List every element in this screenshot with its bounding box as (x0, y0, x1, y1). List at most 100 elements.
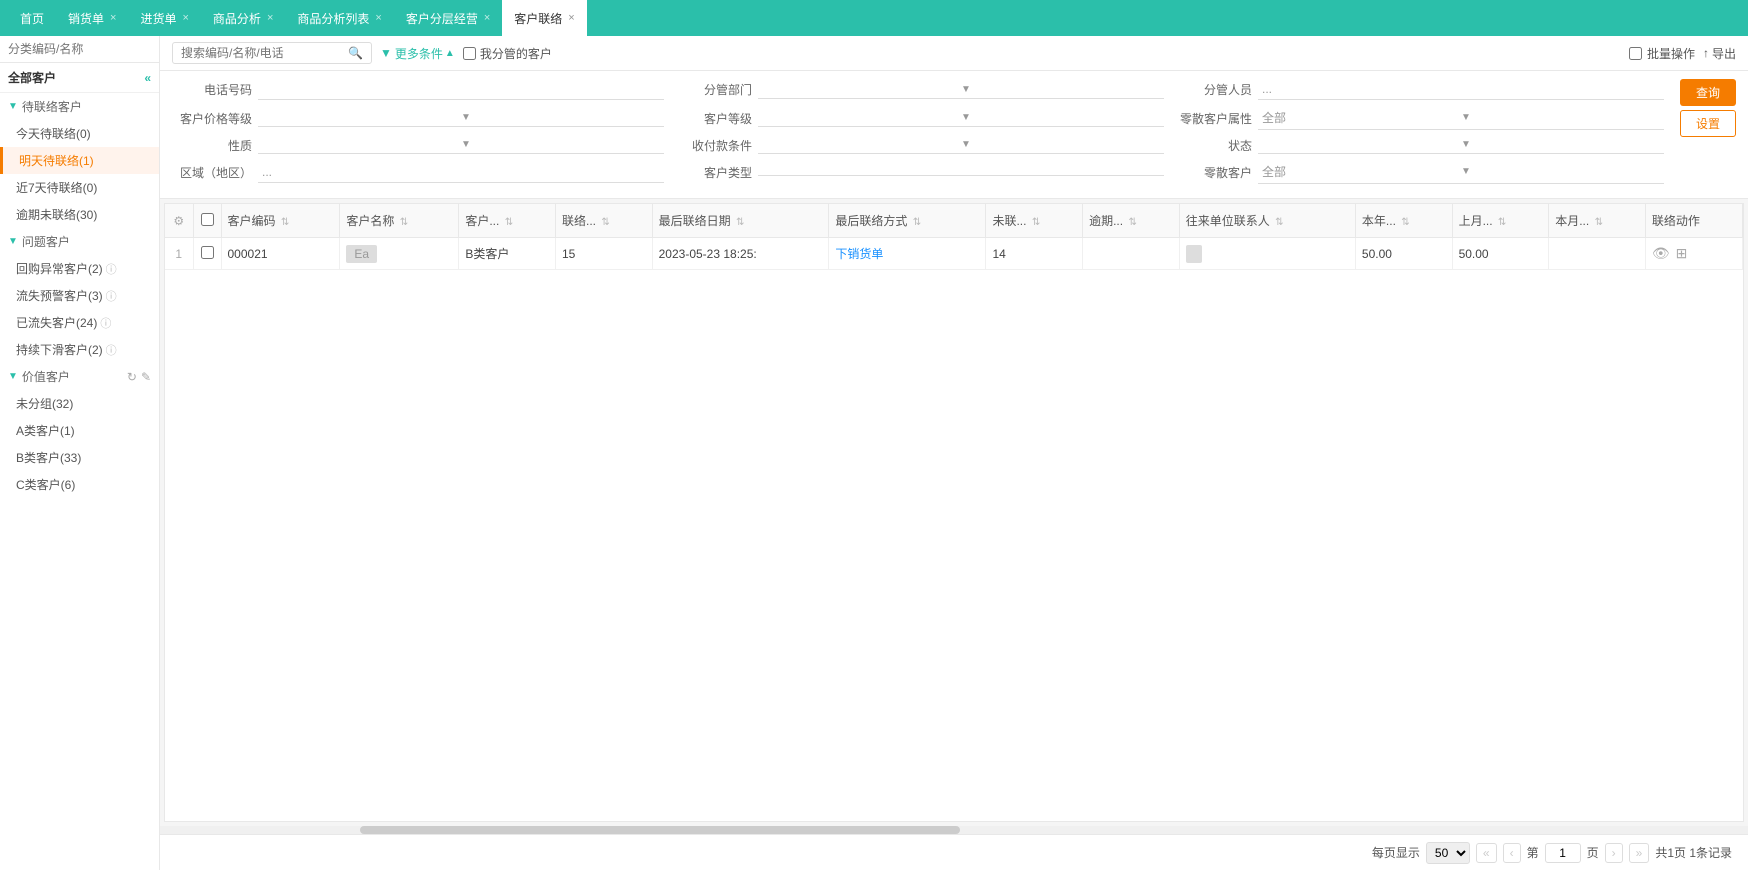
price-level-select[interactable]: ▼ (258, 109, 664, 127)
filter-nature: 性质 ▼ (172, 136, 664, 154)
filter-icon: ▼ (380, 46, 392, 60)
group-problem-customers: ▼ 问题客户 (0, 228, 159, 255)
nav-analysis[interactable]: 商品分析 × (201, 0, 285, 36)
action-more-icon[interactable]: ⊞ (1676, 245, 1688, 262)
sidebar-item-abnormal-repurchase[interactable]: 回购异常客户(2) ⓘ (0, 255, 159, 282)
select-all-checkbox[interactable] (201, 213, 214, 226)
arrow-value: ▼ (8, 371, 18, 382)
sidebar-item-class-b[interactable]: B类客户(33) (0, 444, 159, 471)
retail-attr-select[interactable]: 全部 ▼ (1258, 106, 1664, 130)
sidebar-item-class-a[interactable]: A类客户(1) (0, 417, 159, 444)
page-number-input[interactable] (1545, 843, 1581, 863)
close-analysis-list-tab[interactable]: × (375, 12, 381, 24)
nav-home[interactable]: 首页 (8, 0, 56, 36)
refresh-value-icon[interactable]: ↻ (127, 370, 137, 384)
next-page-btn[interactable]: › (1605, 843, 1623, 863)
col-not-contacted[interactable]: 未联... ⇅ (986, 204, 1083, 238)
sidebar-item-tomorrow-contact[interactable]: 明天待联络(1) (0, 147, 159, 174)
sidebar-item-declining-customers[interactable]: 持续下滑客户(2) ⓘ (0, 336, 159, 363)
sidebar-item-ungrouped[interactable]: 未分组(32) (0, 390, 159, 417)
search-input[interactable] (181, 46, 348, 60)
bulk-action-btn[interactable]: 批量操作 (1629, 45, 1695, 62)
sidebar-item-7days-contact[interactable]: 近7天待联络(0) (0, 174, 159, 201)
sidebar-item-lost-customers[interactable]: 已流失客户(24) ⓘ (0, 309, 159, 336)
nav-sales[interactable]: 销货单 × (56, 0, 128, 36)
retail-caret: ▼ (1461, 112, 1660, 123)
all-customers-title[interactable]: 全部客户 « (0, 63, 159, 93)
last-page-btn[interactable]: » (1629, 843, 1650, 863)
nav-analysis-list[interactable]: 商品分析列表 × (285, 0, 393, 36)
my-customers-checkbox[interactable]: 我分管的客户 (463, 45, 552, 62)
customer-type-select[interactable] (758, 169, 1164, 176)
page-label: 第 (1527, 844, 1539, 861)
sort-lm-icon: ⇅ (1498, 217, 1506, 228)
sidebar-item-loss-warning[interactable]: 流失预警客户(3) ⓘ (0, 282, 159, 309)
cell-last-method[interactable]: 下销货单 (829, 238, 986, 270)
col-last-method[interactable]: 最后联络方式 ⇅ (829, 204, 986, 238)
page-size-select[interactable]: 50 (1426, 842, 1470, 864)
sidebar-item-class-c[interactable]: C类客户(6) (0, 471, 159, 498)
status-select[interactable]: ▼ (1258, 136, 1664, 154)
col-contact-person[interactable]: 往来单位联系人 ⇅ (1179, 204, 1355, 238)
close-segment-tab[interactable]: × (484, 12, 490, 24)
close-purchase-tab[interactable]: × (182, 12, 188, 24)
col-overdue[interactable]: 逾期... ⇅ (1083, 204, 1180, 238)
settings-button[interactable]: 设置 (1680, 110, 1736, 137)
query-button-group: 查询 设置 (1680, 79, 1736, 190)
col-last-date[interactable]: 最后联络日期 ⇅ (652, 204, 829, 238)
nav-customer-segment[interactable]: 客户分层经营 × (394, 0, 502, 36)
last-method-link[interactable]: 下销货单 (835, 247, 883, 261)
col-last-month[interactable]: 上月... ⇅ (1452, 204, 1549, 238)
nav-customer-contact[interactable]: 客户联络 × (502, 0, 586, 36)
nature-select[interactable]: ▼ (258, 136, 664, 154)
filter-row-2: 客户价格等级 ▼ 客户等级 ▼ (172, 106, 1664, 130)
sidebar-item-today-contact[interactable]: 今天待联络(0) (0, 120, 159, 147)
col-type[interactable]: 客户... ⇅ (459, 204, 556, 238)
manager-select[interactable]: ... (1258, 79, 1664, 100)
col-checkbox[interactable] (193, 204, 221, 238)
horizontal-scrollbar[interactable] (160, 826, 1748, 834)
row-checkbox[interactable] (201, 246, 214, 259)
retail-customer-select[interactable]: 全部 ▼ (1258, 160, 1664, 184)
close-analysis-tab[interactable]: × (267, 12, 273, 24)
payment-select[interactable]: ▼ (758, 136, 1164, 154)
edit-value-icon[interactable]: ✎ (141, 370, 151, 384)
prev-page-btn[interactable]: ‹ (1503, 843, 1521, 863)
scroll-thumb[interactable] (360, 826, 960, 834)
customer-level-select[interactable]: ▼ (758, 109, 1164, 127)
col-this-month[interactable]: 本月... ⇅ (1549, 204, 1646, 238)
table-header-row: ⚙ 客户编码 ⇅ 客户名称 ⇅ 客户... ⇅ (165, 204, 1743, 238)
bulk-checkbox[interactable] (1629, 47, 1642, 60)
my-customers-check[interactable] (463, 47, 476, 60)
dept-select[interactable]: ▼ (758, 81, 1164, 99)
sidebar-item-overdue-contact[interactable]: 逾期未联络(30) (0, 201, 159, 228)
filter-row-1: 电话号码 分管部门 ▼ 分管人员 (172, 79, 1664, 100)
sidebar-collapse-icon[interactable]: « (144, 71, 151, 85)
cell-overdue (1083, 238, 1180, 270)
query-button[interactable]: 查询 (1680, 79, 1736, 106)
col-this-year[interactable]: 本年... ⇅ (1355, 204, 1452, 238)
filter-customer-type: 客户类型 (672, 164, 1164, 181)
region-select[interactable]: ... (258, 162, 664, 183)
search-icon[interactable]: 🔍 (348, 46, 363, 60)
close-contact-tab[interactable]: × (568, 12, 574, 24)
col-name[interactable]: 客户名称 ⇅ (340, 204, 459, 238)
info-icon-abnormal: ⓘ (106, 261, 117, 277)
close-sales-tab[interactable]: × (110, 12, 116, 24)
sort-contacts-icon: ⇅ (601, 217, 609, 228)
export-btn[interactable]: ↑ 导出 (1703, 45, 1736, 62)
action-icons: 👁 ⊞ (1652, 245, 1736, 262)
action-view-icon[interactable]: 👁 (1652, 245, 1670, 262)
nav-purchase[interactable]: 进货单 × (128, 0, 200, 36)
col-contacts[interactable]: 联络... ⇅ (555, 204, 652, 238)
col-settings[interactable]: ⚙ (165, 204, 193, 238)
phone-input[interactable] (258, 79, 664, 100)
sidebar-search-input[interactable] (8, 42, 160, 56)
first-page-btn[interactable]: « (1476, 843, 1497, 863)
more-conditions-btn[interactable]: ▼ 更多条件 ▲ (380, 45, 455, 62)
cell-last-date: 2023-05-23 18:25: (652, 238, 829, 270)
row-checkbox-cell[interactable] (193, 238, 221, 270)
filter-dept: 分管部门 ▼ (672, 81, 1164, 99)
col-code[interactable]: 客户编码 ⇅ (221, 204, 340, 238)
caret-up-icon: ▲ (445, 48, 455, 59)
